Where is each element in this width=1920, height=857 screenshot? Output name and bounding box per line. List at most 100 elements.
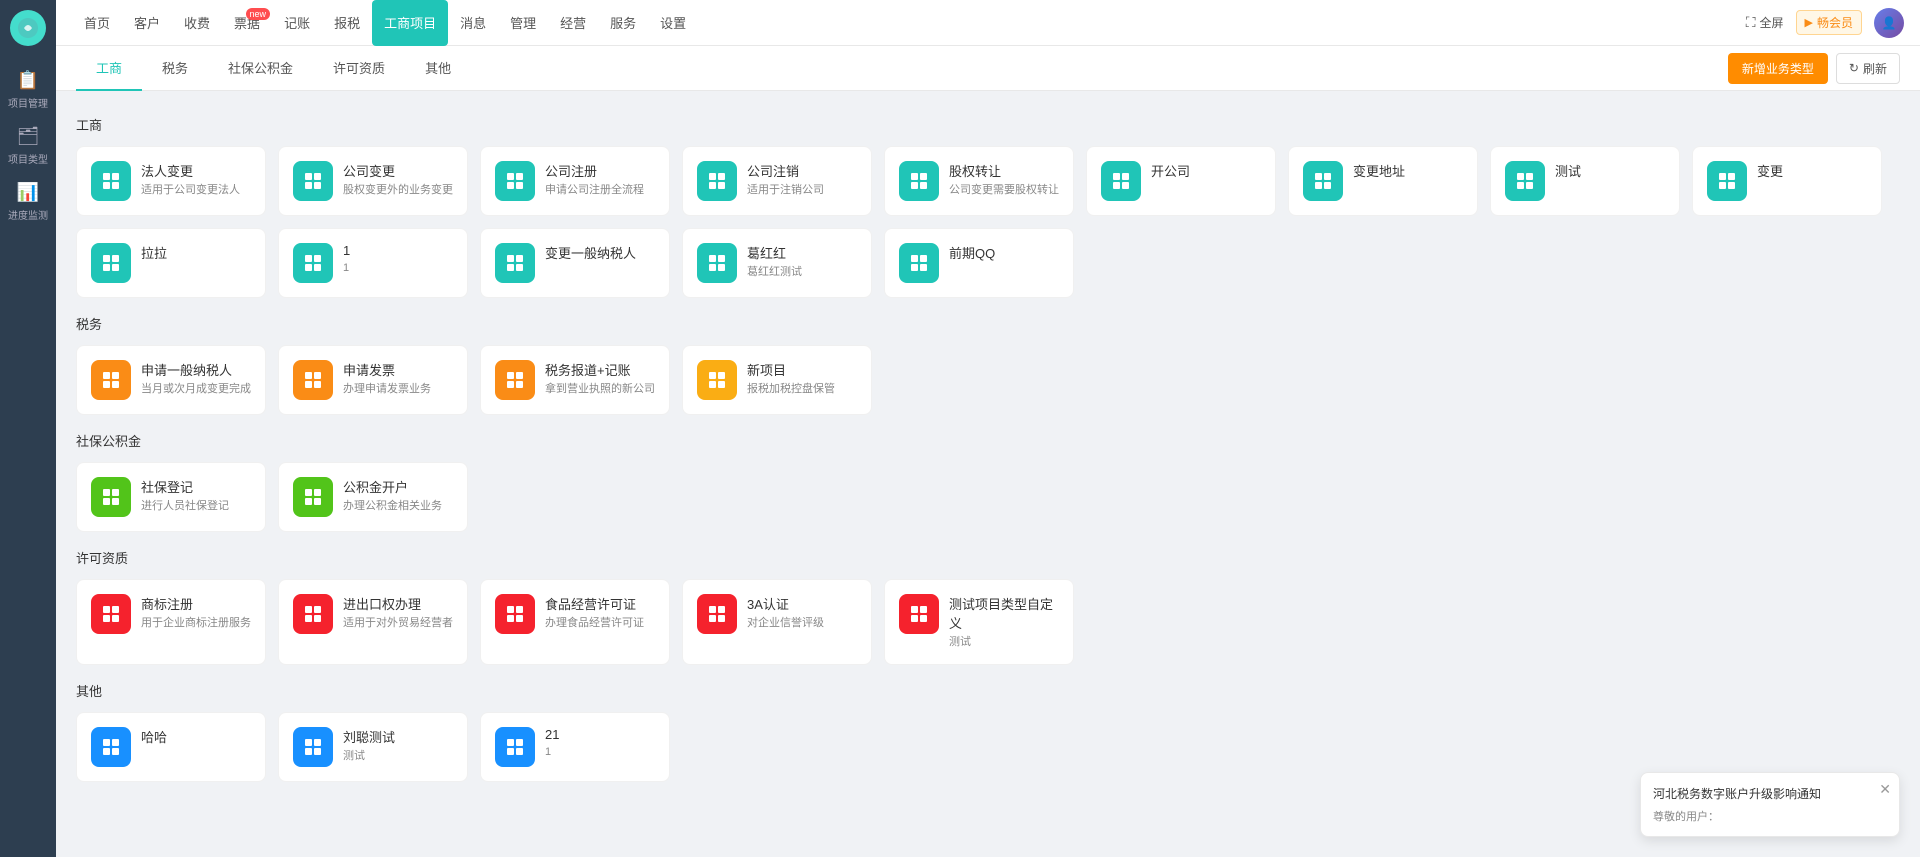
card-icon-apply-taxpayer — [91, 360, 131, 400]
card-company-change[interactable]: 公司变更股权变更外的业务变更 — [278, 146, 468, 216]
nav-item-message[interactable]: 消息 — [448, 0, 498, 46]
subtab-other[interactable]: 其他 — [405, 46, 471, 91]
card-name-test-type-def: 测试项目类型自定义 — [949, 594, 1059, 632]
nav-item-operation[interactable]: 经营 — [548, 0, 598, 46]
card-info-open-company: 开公司 — [1151, 161, 1261, 183]
card-info-apply-taxpayer: 申请一般纳税人当月或次月成变更完成 — [141, 360, 251, 397]
member-btn[interactable]: ▶ 畅会员 — [1796, 10, 1862, 35]
section-title-social: 社保公积金 — [76, 431, 1900, 450]
card-icon-3a-cert — [697, 594, 737, 634]
card-desc-liu-cong-test: 测试 — [343, 749, 453, 764]
card-change-taxpayer[interactable]: 变更一般纳税人 — [480, 228, 670, 298]
avatar[interactable]: 👤 — [1874, 8, 1904, 38]
card-change-address[interactable]: 变更地址 — [1288, 146, 1478, 216]
card-tax-report-accounting[interactable]: 税务报道+记账拿到营业执照的新公司 — [480, 345, 670, 415]
card-num1[interactable]: 11 — [278, 228, 468, 298]
subtab-license[interactable]: 许可资质 — [313, 46, 405, 91]
card-name-num1: 1 — [343, 243, 453, 258]
new-type-button[interactable]: 新增业务类型 — [1728, 53, 1828, 84]
card-desc-social-register: 进行人员社保登记 — [141, 499, 251, 514]
section-title-other: 其他 — [76, 681, 1900, 700]
card-icon-test-type-def — [899, 594, 939, 634]
card-icon-lala — [91, 243, 131, 283]
card-info-liu-cong-test: 刘聪测试测试 — [343, 727, 453, 764]
card-apply-taxpayer[interactable]: 申请一般纳税人当月或次月成变更完成 — [76, 345, 266, 415]
card-liu-cong-test[interactable]: 刘聪测试测试 — [278, 712, 468, 782]
card-icon-tax-report-accounting — [495, 360, 535, 400]
card-icon-fund-account — [293, 477, 333, 517]
nav-item-ticket[interactable]: 票据new — [222, 0, 272, 46]
card-icon-change-address — [1303, 161, 1343, 201]
card-name-company-cancel: 公司注销 — [747, 161, 857, 180]
fullscreen-btn[interactable]: ⛶ 全屏 — [1746, 14, 1784, 31]
card-haha[interactable]: 哈哈 — [76, 712, 266, 782]
sidebar-item-project-type[interactable]: 🗂项目类型 — [0, 118, 56, 174]
card-fund-account[interactable]: 公积金开户办理公积金相关业务 — [278, 462, 468, 532]
card-desc-import-export: 适用于对外贸易经营者 — [343, 616, 453, 631]
nav-item-manage[interactable]: 管理 — [498, 0, 548, 46]
card-icon-company-change — [293, 161, 333, 201]
nav-item-industry[interactable]: 工商项目 — [372, 0, 448, 46]
card-desc-legal-change: 适用于公司变更法人 — [141, 183, 251, 198]
subtab-industry[interactable]: 工商 — [76, 46, 142, 91]
card-test-type-def[interactable]: 测试项目类型自定义测试 — [884, 579, 1074, 665]
nav-item-customer[interactable]: 客户 — [122, 0, 172, 46]
nav-item-tax[interactable]: 报税 — [322, 0, 372, 46]
card-name-qianqi-qq: 前期QQ — [949, 243, 1059, 262]
card-new-project[interactable]: 新项目报税加税控盘保管 — [682, 345, 872, 415]
notification-box: ✕ 河北税务数字账户升级影响通知 尊敬的用户： — [1640, 772, 1900, 837]
subtab-tax[interactable]: 税务 — [142, 46, 208, 91]
card-name-change: 变更 — [1757, 161, 1867, 180]
notif-close-btn[interactable]: ✕ — [1879, 781, 1891, 798]
card-desc-tax-report-accounting: 拿到营业执照的新公司 — [545, 382, 655, 397]
card-lala[interactable]: 拉拉 — [76, 228, 266, 298]
card-name-ge-hong-hong: 葛红红 — [747, 243, 857, 262]
card-open-company[interactable]: 开公司 — [1086, 146, 1276, 216]
card-info-change: 变更 — [1757, 161, 1867, 183]
card-icon-num1 — [293, 243, 333, 283]
card-name-open-company: 开公司 — [1151, 161, 1261, 180]
card-legal-change[interactable]: 法人变更适用于公司变更法人 — [76, 146, 266, 216]
top-navbar: 首页客户收费票据new记账报税工商项目消息管理经营服务设置 ⛶ 全屏 ▶ 畅会员… — [56, 0, 1920, 46]
card-info-change-address: 变更地址 — [1353, 161, 1463, 183]
card-info-import-export: 进出口权办理适用于对外贸易经营者 — [343, 594, 453, 631]
sidebar-item-progress-monitor[interactable]: 📊进度监测 — [0, 174, 56, 230]
card-import-export[interactable]: 进出口权办理适用于对外贸易经营者 — [278, 579, 468, 665]
section-title-tax: 税务 — [76, 314, 1900, 333]
card-change[interactable]: 变更 — [1692, 146, 1882, 216]
card-desc-apply-invoice: 办理申请发票业务 — [343, 382, 453, 397]
subtab-social[interactable]: 社保公积金 — [208, 46, 313, 91]
card-desc-num21: 1 — [545, 745, 655, 760]
nav-item-billing[interactable]: 收费 — [172, 0, 222, 46]
card-apply-invoice[interactable]: 申请发票办理申请发票业务 — [278, 345, 468, 415]
card-icon-test — [1505, 161, 1545, 201]
card-equity-transfer[interactable]: 股权转让公司变更需要股权转让 — [884, 146, 1074, 216]
card-company-register[interactable]: 公司注册申请公司注册全流程 — [480, 146, 670, 216]
card-name-food-license: 食品经营许可证 — [545, 594, 655, 613]
card-icon-company-register — [495, 161, 535, 201]
card-social-register[interactable]: 社保登记进行人员社保登记 — [76, 462, 266, 532]
card-trademark[interactable]: 商标注册用于企业商标注册服务 — [76, 579, 266, 665]
card-info-num1: 11 — [343, 243, 453, 276]
card-food-license[interactable]: 食品经营许可证办理食品经营许可证 — [480, 579, 670, 665]
nav-item-settings[interactable]: 设置 — [648, 0, 698, 46]
card-name-equity-transfer: 股权转让 — [949, 161, 1059, 180]
card-info-trademark: 商标注册用于企业商标注册服务 — [141, 594, 251, 631]
card-info-fund-account: 公积金开户办理公积金相关业务 — [343, 477, 453, 514]
notif-body: 尊敬的用户： — [1653, 808, 1887, 824]
card-info-new-project: 新项目报税加税控盘保管 — [747, 360, 857, 397]
card-icon-trademark — [91, 594, 131, 634]
card-3a-cert[interactable]: 3A认证对企业信誉评级 — [682, 579, 872, 665]
card-desc-3a-cert: 对企业信誉评级 — [747, 616, 857, 631]
nav-item-service[interactable]: 服务 — [598, 0, 648, 46]
card-info-apply-invoice: 申请发票办理申请发票业务 — [343, 360, 453, 397]
nav-item-accounting[interactable]: 记账 — [272, 0, 322, 46]
card-test[interactable]: 测试 — [1490, 146, 1680, 216]
card-company-cancel[interactable]: 公司注销适用于注销公司 — [682, 146, 872, 216]
sidebar-item-project-mgmt[interactable]: 📋项目管理 — [0, 62, 56, 118]
card-num21[interactable]: 211 — [480, 712, 670, 782]
refresh-button[interactable]: ↻ 刷新 — [1836, 53, 1900, 84]
card-qianqi-qq[interactable]: 前期QQ — [884, 228, 1074, 298]
card-ge-hong-hong[interactable]: 葛红红葛红红测试 — [682, 228, 872, 298]
nav-item-home[interactable]: 首页 — [72, 0, 122, 46]
